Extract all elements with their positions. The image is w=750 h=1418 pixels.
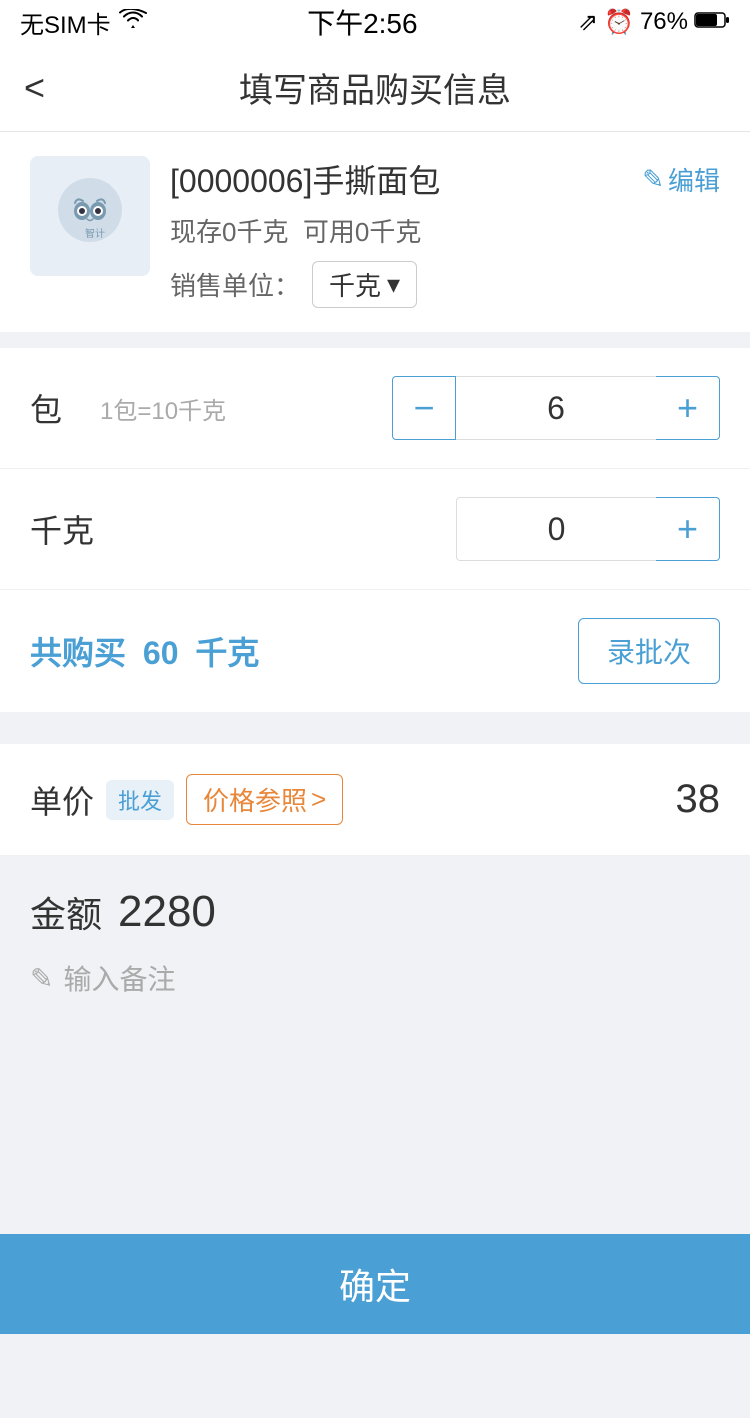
price-ref-arrow-icon: > xyxy=(311,784,326,815)
status-left: 无SIM卡 xyxy=(20,5,147,40)
wifi-icon xyxy=(119,8,147,36)
unit-value: 千克 xyxy=(329,266,381,303)
total-unit: 千克 xyxy=(195,635,259,671)
battery-percent: 76% xyxy=(640,8,688,36)
product-card: 智计 [0000006]手撕面包 ✎ 编辑 现存0千克 可用0千克 销售单位： … xyxy=(0,132,750,332)
alarm-icon: ⏰ xyxy=(604,8,634,37)
confirm-button-label: 确定 xyxy=(339,1258,411,1310)
unit-selector[interactable]: 千克 ▾ xyxy=(312,261,417,308)
location-icon: ⇗ xyxy=(578,8,598,37)
product-title: 手撕面包 xyxy=(312,163,440,199)
bag-qty-label: 包 xyxy=(30,385,90,431)
price-ref-button[interactable]: 价格参照 > xyxy=(186,774,343,825)
bag-quantity-section: 包 1包=10千克 − + 千克 + 共购买 60 千克 录批次 xyxy=(0,348,750,712)
batch-button[interactable]: 录批次 xyxy=(578,618,720,684)
total-text: 共购买 60 千克 xyxy=(30,628,578,674)
bag-qty-input[interactable] xyxy=(456,376,656,440)
remark-icon: ✎ xyxy=(30,962,53,995)
bag-qty-minus-button[interactable]: − xyxy=(392,376,456,440)
status-bar: 无SIM卡 下午2:56 ⇗ ⏰ 76% xyxy=(0,0,750,44)
svg-text:智计: 智计 xyxy=(85,227,105,240)
product-logo: 智计 xyxy=(55,175,125,257)
unit-chevron-icon: ▾ xyxy=(387,269,400,300)
product-unit-row: 销售单位： 千克 ▾ xyxy=(170,261,720,308)
bag-qty-control: − + xyxy=(392,376,720,440)
kg-qty-row: 千克 + xyxy=(0,469,750,590)
kg-qty-plus-button[interactable]: + xyxy=(656,497,720,561)
back-button[interactable]: < xyxy=(24,67,45,109)
edit-icon: ✎ xyxy=(642,164,664,195)
section-divider xyxy=(0,728,750,744)
amount-row: 金额 2280 xyxy=(30,886,720,938)
amount-label: 金额 xyxy=(30,886,102,938)
remark-row[interactable]: ✎ 输入备注 xyxy=(30,958,720,998)
price-section: 单价 批发 价格参照 > 38 xyxy=(0,744,750,856)
unit-label: 销售单位： xyxy=(170,266,300,303)
bag-qty-plus-button[interactable]: + xyxy=(656,376,720,440)
product-name-row: [0000006]手撕面包 ✎ 编辑 xyxy=(170,156,720,202)
remark-placeholder: 输入备注 xyxy=(63,958,175,998)
edit-button[interactable]: ✎ 编辑 xyxy=(642,161,720,198)
kg-qty-input[interactable] xyxy=(456,497,656,561)
product-name: [0000006]手撕面包 xyxy=(170,156,440,202)
bag-qty-hint: 1包=10千克 xyxy=(100,391,392,426)
battery-icon xyxy=(694,8,730,36)
price-ref-label: 价格参照 xyxy=(203,781,307,818)
kg-qty-control: + xyxy=(456,497,720,561)
price-type-tag: 批发 xyxy=(106,780,174,820)
bag-qty-row: 包 1包=10千克 − + xyxy=(0,348,750,469)
price-value: 38 xyxy=(676,777,721,822)
price-row: 单价 批发 价格参照 > 38 xyxy=(0,744,750,856)
nav-bar: < 填写商品购买信息 xyxy=(0,44,750,132)
product-stock: 现存0千克 可用0千克 xyxy=(170,212,720,249)
edit-label: 编辑 xyxy=(668,161,720,198)
confirm-bar[interactable]: 确定 xyxy=(0,1234,750,1334)
total-amount: 60 xyxy=(143,635,179,671)
product-info: [0000006]手撕面包 ✎ 编辑 现存0千克 可用0千克 销售单位： 千克 … xyxy=(170,156,720,308)
total-row: 共购买 60 千克 录批次 xyxy=(0,590,750,712)
status-right: ⇗ ⏰ 76% xyxy=(578,8,730,37)
product-image: 智计 xyxy=(30,156,150,276)
carrier-text: 无SIM卡 xyxy=(20,5,111,40)
amount-section: 金额 2280 ✎ 输入备注 xyxy=(0,856,750,1018)
status-time: 下午2:56 xyxy=(307,2,418,42)
kg-qty-label: 千克 xyxy=(30,506,94,552)
total-label: 共购买 xyxy=(30,635,126,671)
price-label: 单价 xyxy=(30,777,94,823)
product-id: [0000006] xyxy=(170,163,312,199)
page-title: 填写商品购买信息 xyxy=(239,63,511,112)
content-area xyxy=(0,1018,750,1418)
amount-value: 2280 xyxy=(118,887,216,937)
